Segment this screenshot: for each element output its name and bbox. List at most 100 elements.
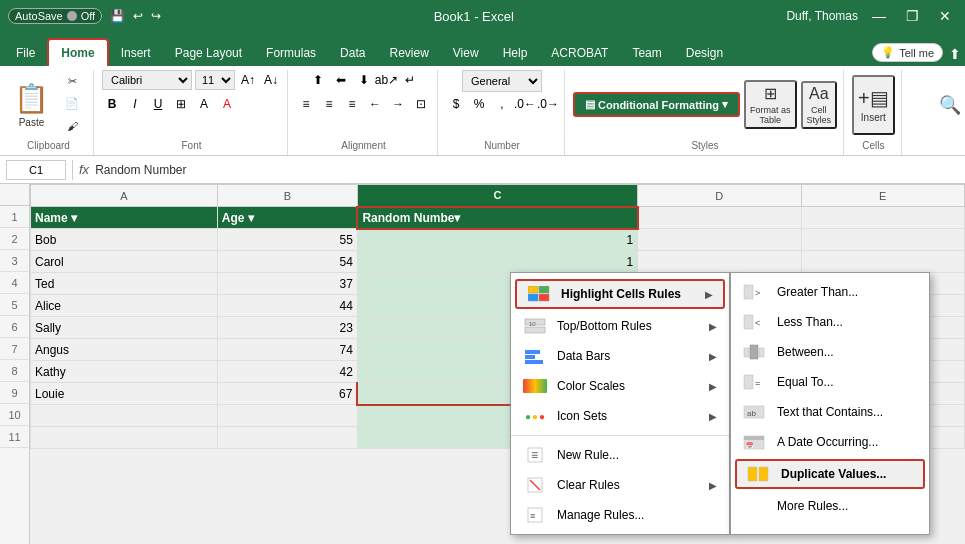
align-left-button[interactable]: ≡ (296, 94, 316, 114)
col-header-d[interactable]: D (638, 185, 801, 207)
font-color-button[interactable]: A (217, 94, 237, 114)
cell-a6[interactable]: Sally (31, 317, 218, 339)
font-size-dropdown[interactable]: 11 (195, 70, 235, 90)
cf-item-managerules[interactable]: ≡ Manage Rules... (511, 500, 729, 530)
close-button[interactable]: ✕ (933, 6, 957, 26)
comma-button[interactable]: , (492, 94, 512, 114)
cell-c1[interactable]: Random Numbe▾ (357, 207, 637, 229)
bold-button[interactable]: B (102, 94, 122, 114)
tab-help[interactable]: Help (491, 40, 540, 66)
sub-item-equal[interactable]: = Equal To... (731, 367, 929, 397)
decrease-font-button[interactable]: A↓ (261, 70, 281, 90)
cell-a7[interactable]: Angus (31, 339, 218, 361)
cell-a10[interactable] (31, 405, 218, 427)
search-icon[interactable]: 🔍 (939, 94, 961, 116)
row-num-6[interactable]: 6 (0, 316, 29, 338)
cf-item-colorscales[interactable]: Color Scales ▶ (511, 371, 729, 401)
cell-reference-box[interactable] (6, 160, 66, 180)
underline-button[interactable]: U (148, 94, 168, 114)
wrap-text-button[interactable]: ↵ (400, 70, 420, 90)
sub-item-less[interactable]: < Less Than... (731, 307, 929, 337)
cell-b11[interactable] (217, 427, 357, 449)
increase-font-button[interactable]: A↑ (238, 70, 258, 90)
border-button[interactable]: ⊞ (171, 94, 191, 114)
increase-indent-button[interactable]: → (388, 94, 408, 114)
cf-item-clearrules[interactable]: Clear Rules ▶ (511, 470, 729, 500)
cell-d1[interactable] (638, 207, 801, 229)
italic-button[interactable]: I (125, 94, 145, 114)
cell-b1[interactable]: Age ▾ (217, 207, 357, 229)
col-header-c[interactable]: C (357, 185, 637, 207)
tab-file[interactable]: File (4, 40, 47, 66)
merge-center-button[interactable]: ⊡ (411, 94, 431, 114)
number-format-dropdown[interactable]: General Number Currency Date (462, 70, 542, 92)
col-header-b[interactable]: B (217, 185, 357, 207)
row-num-1[interactable]: 1 (0, 206, 29, 228)
cell-b4[interactable]: 37 (217, 273, 357, 295)
align-top-button[interactable]: ⬆ (308, 70, 328, 90)
cell-e3[interactable] (801, 251, 964, 273)
sub-item-between[interactable]: Between... (731, 337, 929, 367)
cell-b2[interactable]: 55 (217, 229, 357, 251)
align-middle-button[interactable]: ⬅ (331, 70, 351, 90)
conditional-formatting-button[interactable]: ▤ Conditional Formatting ▾ (573, 92, 740, 117)
restore-button[interactable]: ❐ (900, 6, 925, 26)
cf-item-newrule[interactable]: ≡ New Rule... (511, 440, 729, 470)
sub-item-text[interactable]: ab Text that Contains... (731, 397, 929, 427)
cell-e2[interactable] (801, 229, 964, 251)
cell-a3[interactable]: Carol (31, 251, 218, 273)
sub-item-greater[interactable]: > Greater Than... (731, 277, 929, 307)
tab-page-layout[interactable]: Page Layout (163, 40, 254, 66)
col-header-a[interactable]: A (31, 185, 218, 207)
cf-item-databars[interactable]: Data Bars ▶ (511, 341, 729, 371)
row-num-4[interactable]: 4 (0, 272, 29, 294)
cell-a5[interactable]: Alice (31, 295, 218, 317)
paste-button[interactable]: 📋 Paste (10, 75, 53, 135)
increase-decimal-button[interactable]: .0→ (538, 94, 558, 114)
tab-home[interactable]: Home (47, 38, 108, 66)
angle-text-button[interactable]: ab↗ (377, 70, 397, 90)
cell-a2[interactable]: Bob (31, 229, 218, 251)
autosave-toggle[interactable]: AutoSave Off (8, 8, 102, 24)
col-header-e[interactable]: E (801, 185, 964, 207)
align-right-button[interactable]: ≡ (342, 94, 362, 114)
tab-formulas[interactable]: Formulas (254, 40, 328, 66)
font-name-dropdown[interactable]: Calibri (102, 70, 192, 90)
tab-design[interactable]: Design (674, 40, 735, 66)
row-num-2[interactable]: 2 (0, 228, 29, 250)
tab-acrobat[interactable]: ACROBAT (539, 40, 620, 66)
align-bottom-button[interactable]: ⬇ (354, 70, 374, 90)
cell-a1[interactable]: Name ▾ (31, 207, 218, 229)
cell-a8[interactable]: Kathy (31, 361, 218, 383)
cf-item-highlight[interactable]: Highlight Cells Rules ▶ (515, 279, 725, 309)
cf-item-iconsets[interactable]: ● ● ● Icon Sets ▶ (511, 401, 729, 431)
tab-view[interactable]: View (441, 40, 491, 66)
cell-b8[interactable]: 42 (217, 361, 357, 383)
cf-item-topbottom[interactable]: 10 Top/Bottom Rules ▶ (511, 311, 729, 341)
fill-color-button[interactable]: A (194, 94, 214, 114)
sub-item-date[interactable]: 📅 A Date Occurring... (731, 427, 929, 457)
cell-d2[interactable] (638, 229, 801, 251)
cell-d3[interactable] (638, 251, 801, 273)
undo-icon[interactable]: ↩ (133, 9, 143, 23)
minimize-button[interactable]: — (866, 6, 892, 26)
decrease-decimal-button[interactable]: .0← (515, 94, 535, 114)
insert-button[interactable]: +▤ Insert (852, 75, 895, 135)
row-num-10[interactable]: 10 (0, 404, 29, 426)
cell-c3[interactable]: 1 (357, 251, 637, 273)
tab-team[interactable]: Team (620, 40, 673, 66)
cell-styles-button[interactable]: Aa CellStyles (801, 81, 838, 129)
cell-b5[interactable]: 44 (217, 295, 357, 317)
tab-data[interactable]: Data (328, 40, 377, 66)
cell-b3[interactable]: 54 (217, 251, 357, 273)
decrease-indent-button[interactable]: ← (365, 94, 385, 114)
row-num-8[interactable]: 8 (0, 360, 29, 382)
align-center-button[interactable]: ≡ (319, 94, 339, 114)
cell-e1[interactable] (801, 207, 964, 229)
row-num-5[interactable]: 5 (0, 294, 29, 316)
cell-a11[interactable] (31, 427, 218, 449)
cell-a9[interactable]: Louie (31, 383, 218, 405)
row-num-3[interactable]: 3 (0, 250, 29, 272)
cell-b7[interactable]: 74 (217, 339, 357, 361)
format-painter-button[interactable]: 🖌 (57, 116, 87, 136)
